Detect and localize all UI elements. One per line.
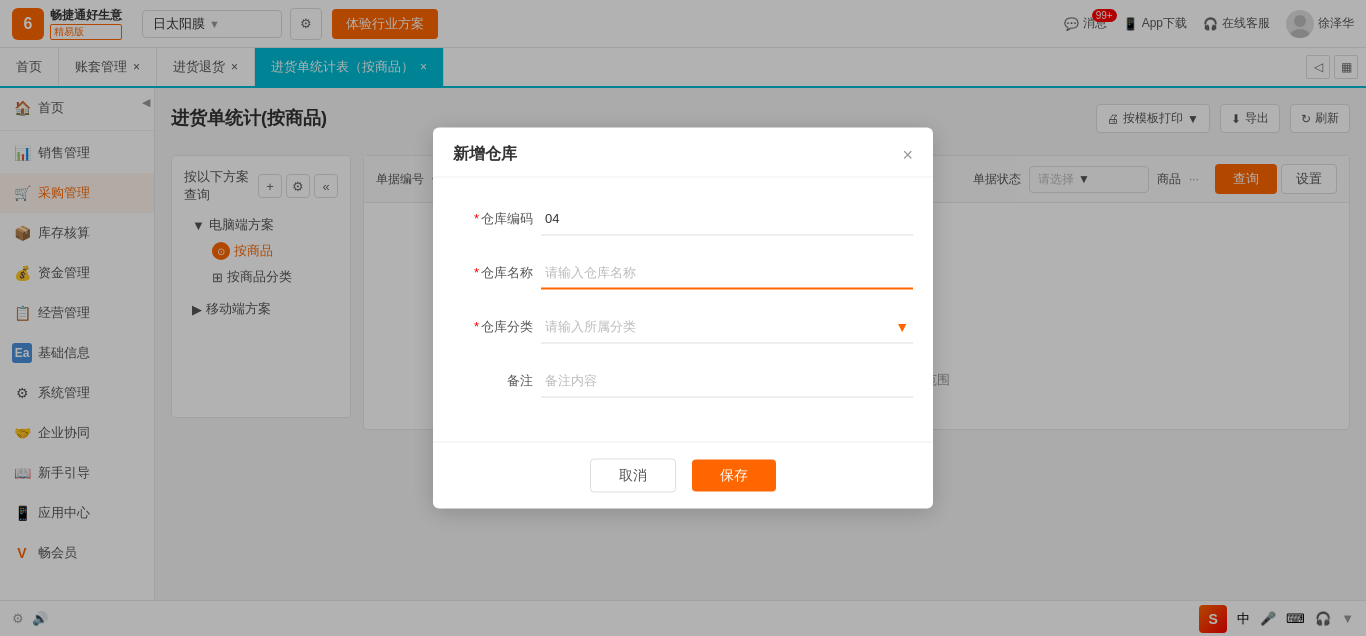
- form-row-code: *仓库编码: [453, 202, 913, 236]
- dialog-header: 新增仓库 ×: [433, 128, 933, 178]
- dialog-close-btn[interactable]: ×: [902, 145, 913, 163]
- category-label: *仓库分类: [453, 318, 533, 336]
- code-label: *仓库编码: [453, 210, 533, 228]
- save-button[interactable]: 保存: [692, 460, 776, 492]
- dialog-title: 新增仓库: [453, 144, 517, 165]
- form-row-remark: 备注: [453, 364, 913, 398]
- add-warehouse-dialog: 新增仓库 × *仓库编码 *仓库名称 *仓库分类 请输入所属分类 ▼: [433, 128, 933, 509]
- dialog-footer: 取消 保存: [433, 442, 933, 509]
- category-select[interactable]: 请输入所属分类 ▼: [541, 310, 913, 344]
- warehouse-name-input[interactable]: [541, 256, 913, 290]
- cancel-button[interactable]: 取消: [590, 459, 676, 493]
- warehouse-code-input[interactable]: [541, 202, 913, 236]
- category-dropdown-icon: ▼: [895, 318, 909, 334]
- remark-label: 备注: [453, 372, 533, 390]
- remark-input[interactable]: [541, 364, 913, 398]
- form-row-name: *仓库名称: [453, 256, 913, 290]
- form-row-category: *仓库分类 请输入所属分类 ▼: [453, 310, 913, 344]
- name-label: *仓库名称: [453, 264, 533, 282]
- dialog-body: *仓库编码 *仓库名称 *仓库分类 请输入所属分类 ▼ 备注: [433, 178, 933, 442]
